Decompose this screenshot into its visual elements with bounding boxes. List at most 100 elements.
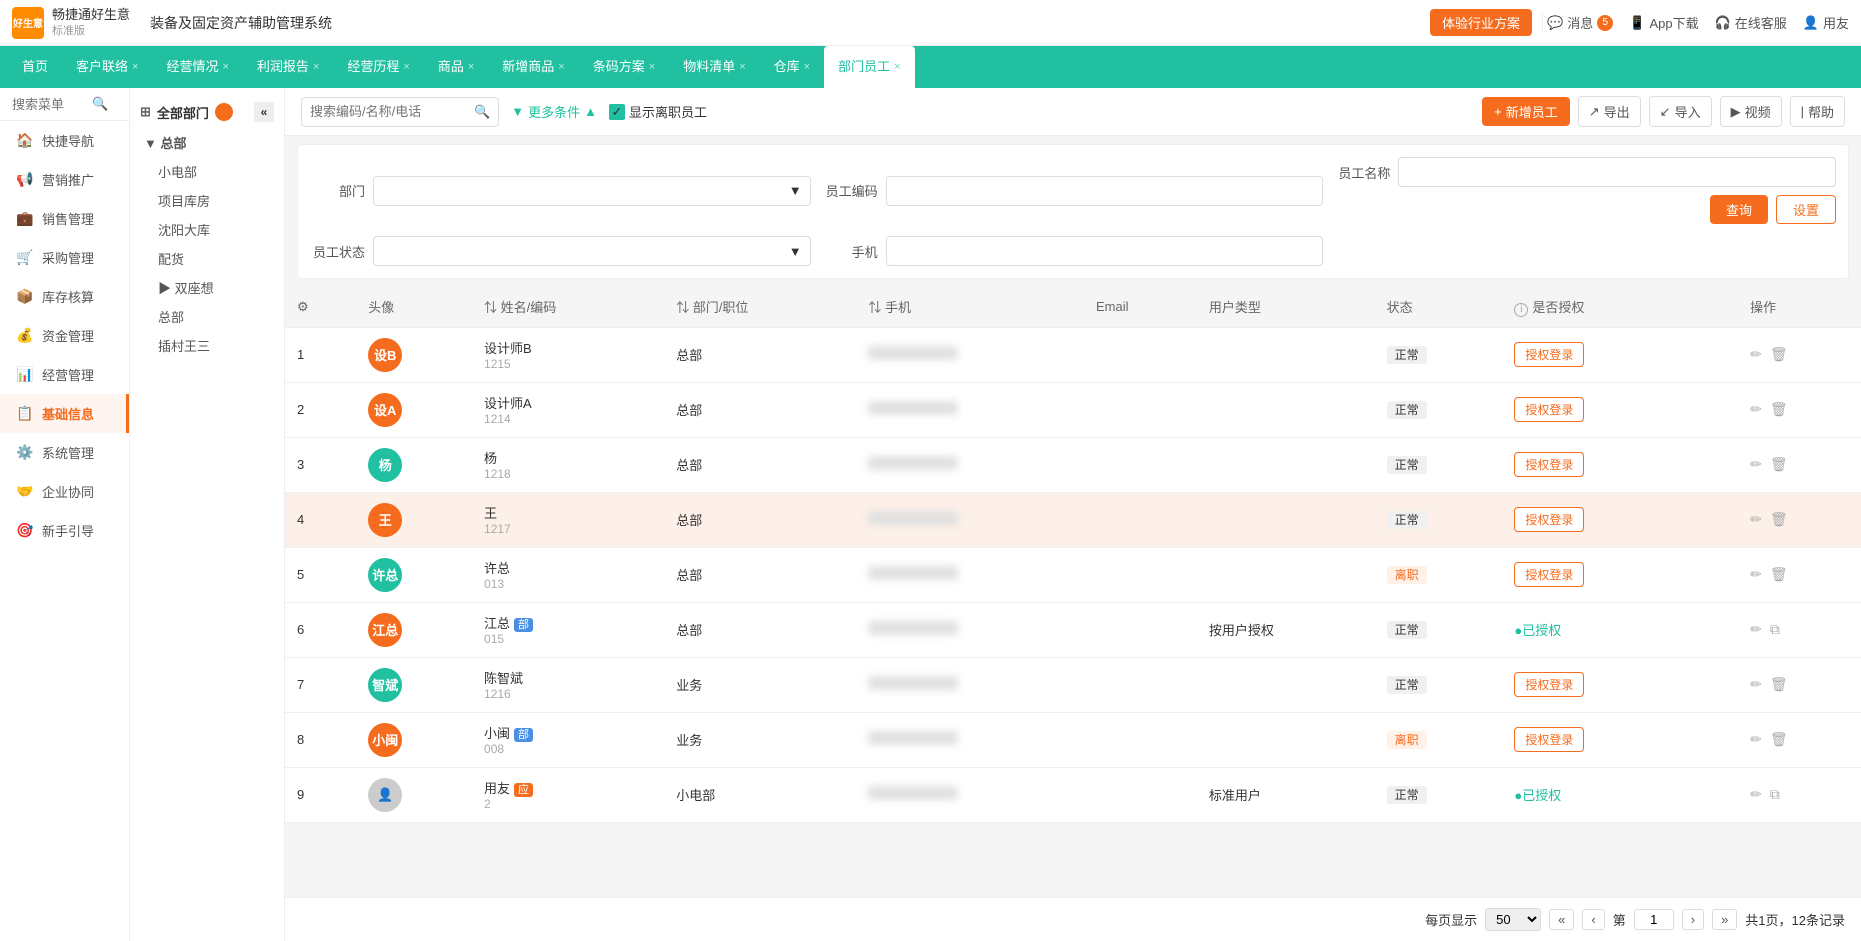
export-button[interactable]: ↗ 导出 [1578,96,1641,127]
query-button[interactable]: 查询 [1710,195,1768,224]
more-conditions-button[interactable]: ▼ 更多条件 ▲ [511,102,597,121]
close-icon[interactable]: × [739,46,745,88]
sidebar-item-management[interactable]: 📊 经营管理 [0,355,129,394]
page-number-input[interactable] [1634,909,1674,930]
tab-home[interactable]: 首页 [8,46,62,88]
tab-goods[interactable]: 商品× [424,46,488,88]
first-page-button[interactable]: « [1549,909,1574,930]
auth-button[interactable]: 授权登录 [1514,672,1584,697]
view-button[interactable]: ▶ 视频 [1720,96,1782,127]
dept-item-small-elec[interactable]: 小电部 [130,157,284,186]
auth-button[interactable]: 授权登录 [1514,452,1584,477]
dept-filter-select[interactable]: ▼ [373,176,811,206]
close-icon[interactable]: × [558,46,564,88]
delete-icon[interactable]: 🗑 [1770,456,1788,473]
row-dept: 总部 [664,492,856,547]
user-button[interactable]: 👤 用友 [1803,13,1849,32]
code-filter-input[interactable] [886,176,1324,206]
dept-item-double[interactable]: ▶ 双座想 [130,273,284,302]
dept-item-project[interactable]: 项目库房 [130,186,284,215]
dept-item-head[interactable]: ▼ 总部 [130,128,284,157]
edit-icon[interactable]: ✏ [1750,731,1762,748]
dept-item-shenyang[interactable]: 沈阳大库 [130,215,284,244]
tab-new-goods[interactable]: 新增商品× [488,46,578,88]
app-download-button[interactable]: 📱 App下载 [1629,13,1698,32]
trial-button[interactable]: 体验行业方案 [1430,9,1532,36]
close-icon[interactable]: × [132,46,138,88]
collapse-button[interactable]: « [254,102,274,122]
delete-icon[interactable]: 🗑 [1770,566,1788,583]
edit-icon[interactable]: ✏ [1750,346,1762,363]
sidebar-item-sales[interactable]: 💼 销售管理 [0,199,129,238]
phone-filter-input[interactable] [886,236,1324,266]
sidebar-item-collab[interactable]: 🤝 企业协同 [0,472,129,511]
auth-button[interactable]: 授权登录 [1514,342,1584,367]
dept-item-dispatch[interactable]: 配货 [130,244,284,273]
edit-icon[interactable]: ✏ [1750,566,1762,583]
search-input[interactable] [310,104,470,119]
add-employee-button[interactable]: + 新增员工 [1482,97,1570,126]
delete-icon[interactable]: 🗑 [1770,731,1788,748]
status-filter-select[interactable]: ▼ [373,236,811,266]
last-page-button[interactable]: » [1712,909,1737,930]
tab-bom[interactable]: 物料清单× [669,46,759,88]
name-filter-input[interactable] [1398,157,1836,187]
delete-icon[interactable]: 🗑 [1770,401,1788,418]
edit-icon[interactable]: ✏ [1750,456,1762,473]
th-name[interactable]: ⇅ 姓名/编码 [472,287,664,327]
show-resigned-toggle[interactable]: ✓ 显示离职员工 [609,102,707,121]
auth-button[interactable]: 授权登录 [1514,562,1584,587]
close-icon[interactable]: × [649,46,655,88]
edit-icon[interactable]: ✏ [1750,511,1762,528]
dept-item-village[interactable]: 插村王三 [130,331,284,360]
tab-operation[interactable]: 经营情况× [152,46,242,88]
prev-page-button[interactable]: ‹ [1582,909,1604,930]
next-page-button[interactable]: › [1682,909,1704,930]
auth-button[interactable]: 授权登录 [1514,397,1584,422]
sidebar-item-purchase[interactable]: 🛒 采购管理 [0,238,129,277]
close-icon[interactable]: × [403,46,409,88]
tab-warehouse[interactable]: 仓库× [760,46,824,88]
sidebar-item-guide[interactable]: 🎯 新手引导 [0,511,129,550]
th-dept[interactable]: ⇅ 部门/职位 [664,287,856,327]
sidebar-item-basic-info[interactable]: 📋 基础信息 [0,394,129,433]
sidebar-item-system[interactable]: ⚙️ 系统管理 [0,433,129,472]
auth-button[interactable]: 授权登录 [1514,727,1584,752]
tab-history[interactable]: 经营历程× [333,46,423,88]
edit-icon[interactable]: ✏ [1750,401,1762,418]
row-email [1084,602,1197,657]
sidebar-item-marketing[interactable]: 📢 营销推广 [0,160,129,199]
online-service-button[interactable]: 🎧 在线客服 [1715,13,1787,32]
edit-icon[interactable]: ✏ [1750,676,1762,693]
sidebar-item-finance[interactable]: 💰 资金管理 [0,316,129,355]
copy-icon[interactable]: ⧉ [1770,621,1780,638]
close-icon[interactable]: × [468,46,474,88]
import-button[interactable]: ↙ 导入 [1649,96,1712,127]
tab-customer[interactable]: 客户联络× [62,46,152,88]
close-icon[interactable]: × [222,46,228,88]
sidebar-item-nav[interactable]: 🏠 快捷导航 [0,121,129,160]
help-button[interactable]: | 帮助 [1790,96,1845,127]
per-page-select[interactable]: 50 20 100 [1485,908,1541,931]
sidebar-search-input[interactable] [12,97,92,112]
close-icon[interactable]: × [313,46,319,88]
th-phone[interactable]: ⇅ 手机 [856,287,1084,327]
sidebar-item-inventory[interactable]: 📦 库存核算 [0,277,129,316]
auth-button[interactable]: 授权登录 [1514,507,1584,532]
close-icon[interactable]: × [804,46,810,88]
delete-icon[interactable]: 🗑 [1770,676,1788,693]
tab-barcode[interactable]: 条码方案× [579,46,669,88]
dept-item-head2[interactable]: 总部 [130,302,284,331]
close-icon[interactable]: × [894,46,900,88]
employees-table: ⚙ 头像 ⇅ 姓名/编码 ⇅ 部门/职位 ⇅ 手机 Email 用户类型 状态 … [285,287,1861,823]
delete-icon[interactable]: 🗑 [1770,346,1788,363]
th-settings[interactable]: ⚙ [285,287,356,327]
tab-profit[interactable]: 利润报告× [243,46,333,88]
edit-icon[interactable]: ✏ [1750,786,1762,803]
copy-icon[interactable]: ⧉ [1770,786,1780,803]
reset-button[interactable]: 设置 [1776,195,1836,224]
message-button[interactable]: 💬 消息 5 [1547,13,1613,32]
tab-employees[interactable]: 部门员工× [824,46,914,88]
delete-icon[interactable]: 🗑 [1770,511,1788,528]
edit-icon[interactable]: ✏ [1750,621,1762,638]
